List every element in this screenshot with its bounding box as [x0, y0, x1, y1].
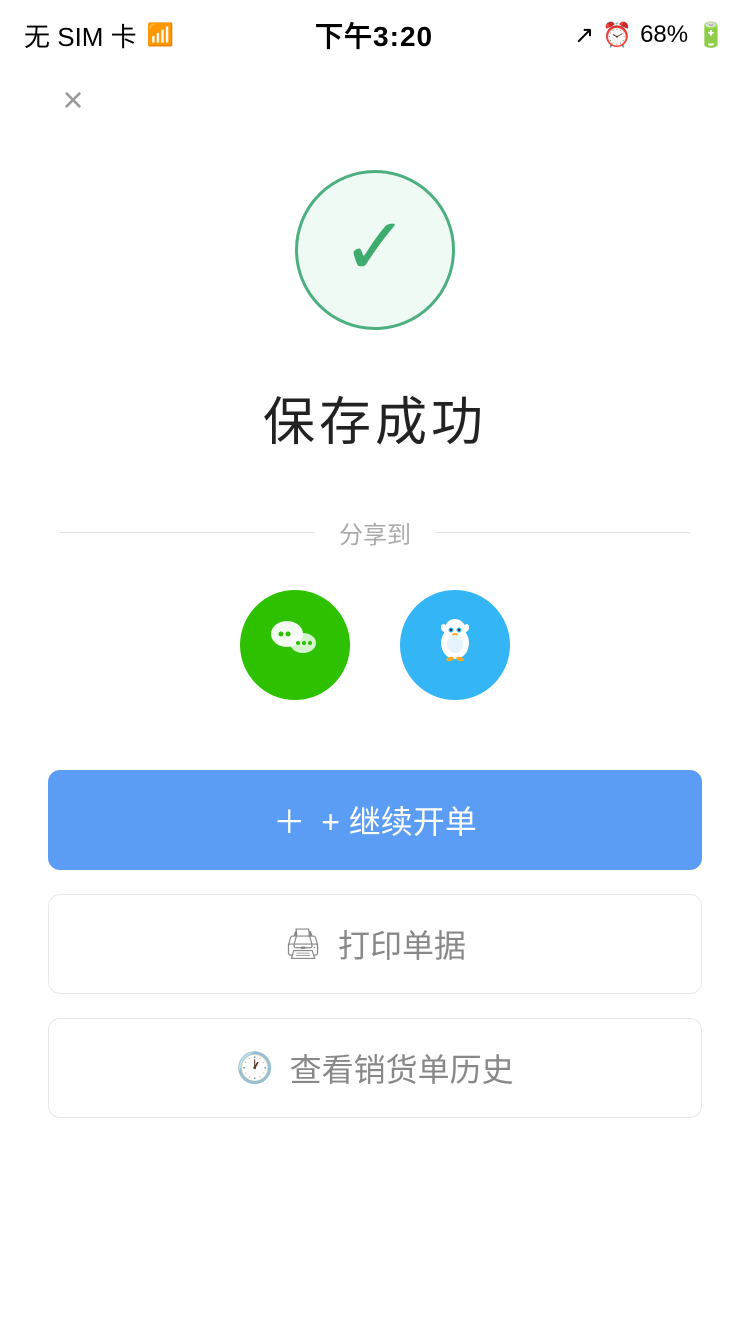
close-icon: ×: [62, 79, 83, 121]
status-left: 无 SIM 卡 📶: [24, 17, 174, 54]
history-label: 查看销货单历史: [290, 1045, 514, 1091]
share-divider: 分享到: [0, 515, 750, 550]
wechat-share-button[interactable]: [240, 590, 350, 700]
divider-left: [60, 532, 315, 533]
status-right: ↗ ⏰ 68% 🔋: [574, 21, 726, 50]
history-icon: 🕐: [236, 1051, 273, 1086]
divider-right: [435, 532, 690, 533]
main-content: ✓ 保存成功 分享到: [0, 60, 750, 1118]
sim-status: 无 SIM 卡: [24, 17, 137, 54]
print-button[interactable]: 🖨 打印单据: [48, 894, 702, 994]
print-label: 打印单据: [338, 921, 466, 967]
close-button[interactable]: ×: [48, 75, 98, 125]
qq-icon: [427, 611, 483, 680]
continue-button[interactable]: ＋ + 继续开单: [48, 770, 702, 870]
wifi-icon: 📶: [147, 22, 174, 48]
share-icons-container: [240, 590, 510, 700]
battery-percentage: 68%: [640, 21, 688, 49]
alarm-icon: ⏰: [602, 21, 632, 50]
history-button[interactable]: 🕐 查看销货单历史: [48, 1018, 702, 1118]
location-icon: ↗: [574, 21, 594, 50]
battery-icon: 🔋: [696, 21, 726, 50]
action-buttons: ＋ + 继续开单 🖨 打印单据 🕐 查看销货单历史: [0, 770, 750, 1118]
status-time: 下午3:20: [315, 15, 433, 55]
qq-share-button[interactable]: [400, 590, 510, 700]
checkmark-icon: ✓: [341, 207, 408, 287]
share-label: 分享到: [315, 515, 435, 550]
continue-label: + 继续开单: [321, 797, 477, 843]
status-bar: 无 SIM 卡 📶 下午3:20 ↗ ⏰ 68% 🔋: [0, 0, 750, 60]
plus-icon: ＋: [273, 797, 305, 843]
wechat-icon: [268, 612, 322, 679]
printer-icon: 🖨: [284, 927, 322, 962]
success-title: 保存成功: [263, 380, 487, 455]
success-circle: ✓: [295, 170, 455, 330]
